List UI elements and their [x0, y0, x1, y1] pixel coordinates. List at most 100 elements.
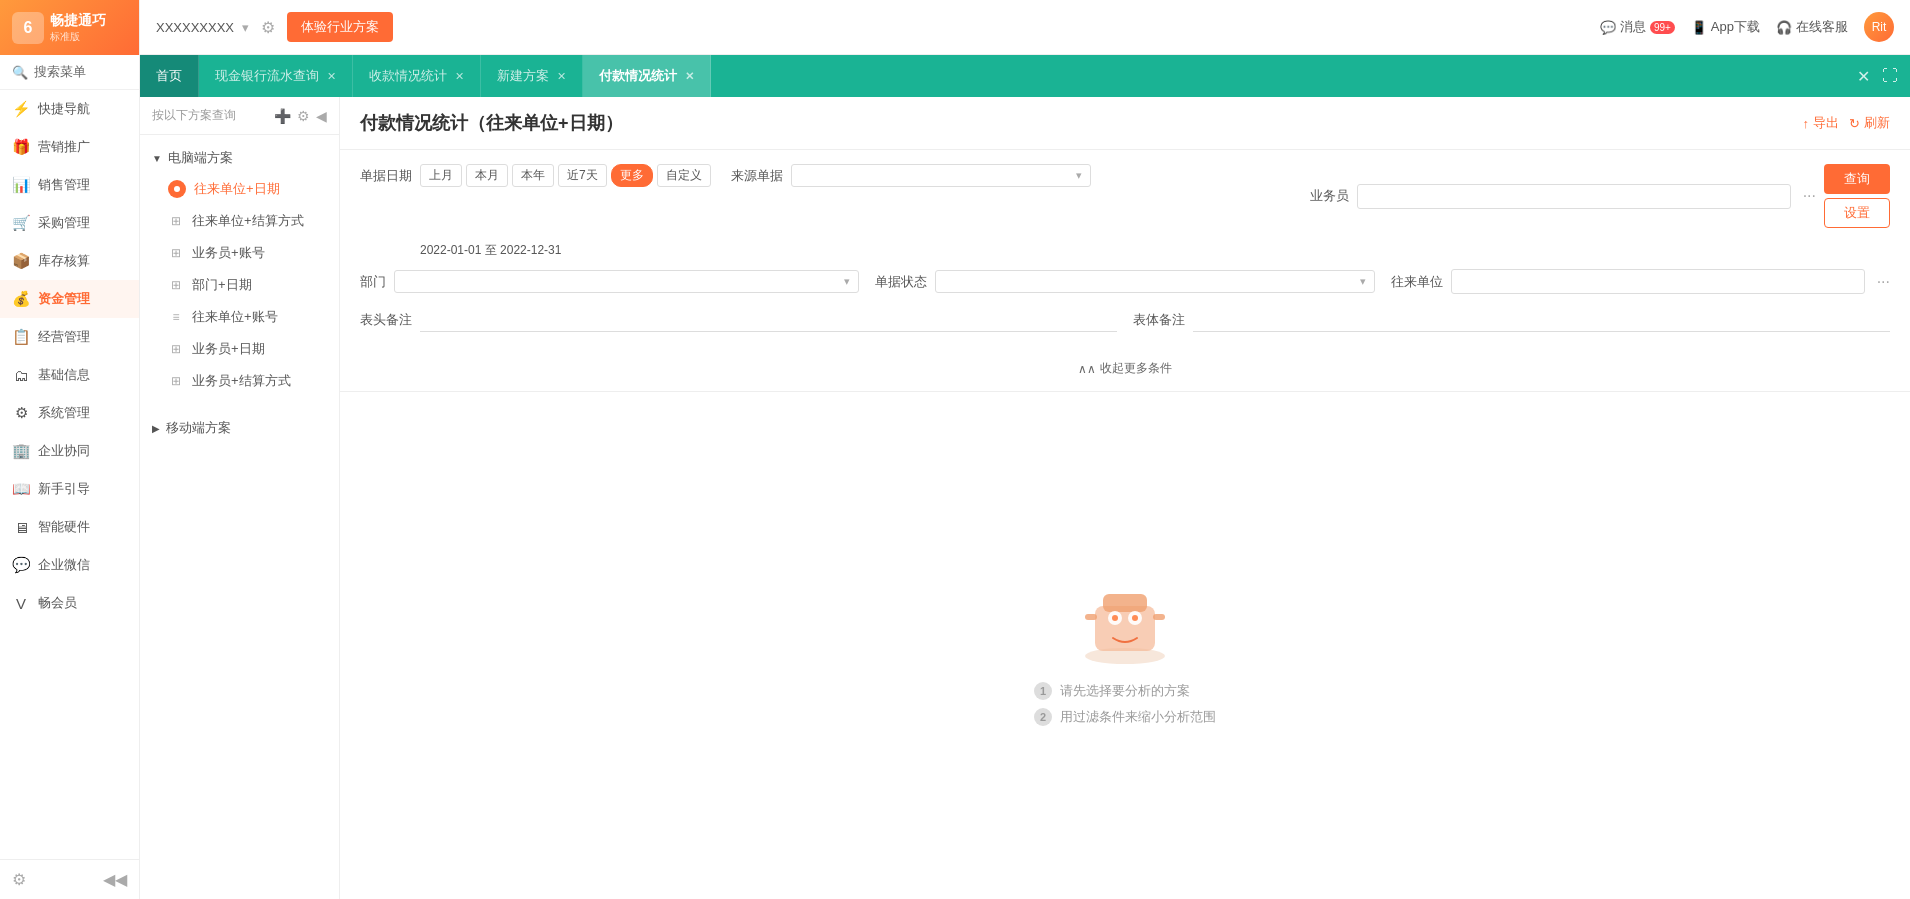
- tab-close-all-icon[interactable]: ✕: [1857, 67, 1870, 86]
- collapse-sidebar-icon[interactable]: ◀◀: [103, 870, 127, 889]
- wechat-icon: 💬: [12, 556, 30, 574]
- manage-scheme-icon[interactable]: ⚙: [297, 108, 310, 124]
- export-label: 导出: [1813, 114, 1839, 132]
- date-btn-7days[interactable]: 近7天: [558, 164, 607, 187]
- user-avatar[interactable]: Rit: [1864, 12, 1894, 42]
- svg-rect-7: [1085, 614, 1097, 620]
- trial-btn[interactable]: 体验行业方案: [287, 12, 393, 42]
- scheme-item-unit-account[interactable]: ≡ 往来单位+账号: [140, 301, 339, 333]
- hardware-icon: 🖥: [12, 518, 30, 536]
- date-range-display: 2022-01-01 至 2022-12-31: [360, 242, 1890, 259]
- dept-select[interactable]: ▾: [394, 270, 859, 293]
- date-btn-last-month[interactable]: 上月: [420, 164, 462, 187]
- mobile-scheme-title[interactable]: ▶ 移动端方案: [140, 413, 339, 443]
- tab-home-label: 首页: [156, 67, 182, 85]
- scheme-item-staff-settle[interactable]: ⊞ 业务员+结算方式: [140, 365, 339, 397]
- date-btn-custom[interactable]: 自定义: [657, 164, 711, 187]
- sidebar-item-purchase[interactable]: 🛒 采购管理: [0, 204, 139, 242]
- topbar-company-info: XXXXXXXXX ▾: [156, 20, 249, 35]
- desktop-scheme-title[interactable]: ▼ 电脑端方案: [140, 143, 339, 173]
- scheme-item-unit-date[interactable]: 往来单位+日期: [140, 173, 339, 205]
- sidebar-item-marketing[interactable]: 🎁 营销推广: [0, 128, 139, 166]
- chevron-down-icon: ▼: [152, 153, 162, 164]
- header-note-label: 表头备注: [360, 311, 412, 329]
- collapse-panel-icon[interactable]: ◀: [316, 108, 327, 124]
- topbar: XXXXXXXXX ▾ ⚙ 体验行业方案 💬 消息 99+ 📱 App下载 🎧 …: [140, 0, 1910, 55]
- sidebar-item-member[interactable]: V 畅会员: [0, 584, 139, 622]
- settings-icon[interactable]: ⚙: [12, 870, 26, 889]
- sidebar-item-operation[interactable]: 📋 经营管理: [0, 318, 139, 356]
- date-btn-this-month[interactable]: 本月: [466, 164, 508, 187]
- collapse-btn[interactable]: ∧∧ 收起更多条件: [1062, 354, 1188, 383]
- operation-icon: 📋: [12, 328, 30, 346]
- app-download-btn[interactable]: 📱 App下载: [1691, 18, 1760, 36]
- company-chevron-icon[interactable]: ▾: [242, 20, 249, 35]
- sidebar-item-guide[interactable]: 📖 新手引导: [0, 470, 139, 508]
- search-icon: 🔍: [12, 65, 28, 80]
- search-menu[interactable]: 🔍 搜索菜单: [0, 55, 139, 90]
- date-range-text: 2022-01-01 至 2022-12-31: [420, 243, 561, 257]
- tab-new-scheme-close-icon[interactable]: ✕: [557, 70, 566, 83]
- scheme-item-unit-settle[interactable]: ⊞ 往来单位+结算方式: [140, 205, 339, 237]
- sidebar-item-inventory[interactable]: 📦 库存核算: [0, 242, 139, 280]
- sidebar-item-wechat[interactable]: 💬 企业微信: [0, 546, 139, 584]
- active-scheme-dot: [168, 180, 186, 198]
- sidebar-item-hardware[interactable]: 🖥 智能硬件: [0, 508, 139, 546]
- unit-input[interactable]: [1451, 269, 1865, 294]
- page-header: 付款情况统计（往来单位+日期） ↑ 导出 ↻ 刷新: [340, 97, 1910, 150]
- left-panel: 按以下方案查询 ➕ ⚙ ◀ ▼ 电脑端方案 往来单位+日期 ⊞: [140, 97, 340, 899]
- header-note-input[interactable]: [420, 308, 1117, 332]
- staff-more-icon[interactable]: ···: [1803, 187, 1816, 205]
- staff-input[interactable]: [1357, 184, 1790, 209]
- left-panel-icons: ➕ ⚙ ◀: [274, 108, 327, 124]
- add-scheme-icon[interactable]: ➕: [274, 108, 291, 124]
- sidebar-item-fund[interactable]: 💰 资金管理: [0, 280, 139, 318]
- sidebar-item-label: 经营管理: [38, 328, 90, 346]
- topbar-gear-icon[interactable]: ⚙: [261, 18, 275, 37]
- body-note-input[interactable]: [1193, 308, 1890, 332]
- doc-status-filter: 单据状态 ▾: [875, 270, 1374, 293]
- tab-new-scheme[interactable]: 新建方案 ✕: [481, 55, 583, 97]
- sidebar-item-quick-nav[interactable]: ⚡ 快捷导航: [0, 90, 139, 128]
- doc-status-select[interactable]: ▾: [935, 270, 1374, 293]
- tab-bank-flow[interactable]: 现金银行流水查询 ✕: [199, 55, 353, 97]
- scheme-item-dept-date[interactable]: ⊞ 部门+日期: [140, 269, 339, 301]
- tab-payment-stats-close-icon[interactable]: ✕: [685, 70, 694, 83]
- scheme-item-staff-date[interactable]: ⊞ 业务员+日期: [140, 333, 339, 365]
- sidebar-item-label: 新手引导: [38, 480, 90, 498]
- tab-home[interactable]: 首页: [140, 55, 199, 97]
- query-btn[interactable]: 查询: [1824, 164, 1890, 194]
- sidebar-item-system[interactable]: ⚙ 系统管理: [0, 394, 139, 432]
- sidebar-item-cooperation[interactable]: 🏢 企业协同: [0, 432, 139, 470]
- tab-receipts-close-icon[interactable]: ✕: [455, 70, 464, 83]
- tab-payment-stats-label: 付款情况统计: [599, 67, 677, 85]
- staff-label: 业务员: [1310, 187, 1349, 205]
- tab-maximize-icon[interactable]: ⛶: [1882, 67, 1898, 85]
- scheme-item-staff-account[interactable]: ⊞ 业务员+账号: [140, 237, 339, 269]
- refresh-btn[interactable]: ↻ 刷新: [1849, 114, 1890, 132]
- filter-row-2: 部门 ▾ 单据状态 ▾ 往来单位: [360, 269, 1890, 294]
- export-btn[interactable]: ↑ 导出: [1803, 114, 1840, 132]
- tab-receipts[interactable]: 收款情况统计 ✕: [353, 55, 481, 97]
- messages-btn[interactable]: 💬 消息 99+: [1600, 18, 1675, 36]
- sidebar-item-basic-info[interactable]: 🗂 基础信息: [0, 356, 139, 394]
- scheme-item-label: 业务员+日期: [192, 340, 265, 358]
- sidebar-footer: ⚙ ◀◀: [0, 859, 139, 899]
- tab-payment-stats[interactable]: 付款情况统计 ✕: [583, 55, 711, 97]
- scheme-item-label: 往来单位+日期: [194, 180, 280, 198]
- right-panel: 付款情况统计（往来单位+日期） ↑ 导出 ↻ 刷新 单: [340, 97, 1910, 899]
- tab-bank-flow-close-icon[interactable]: ✕: [327, 70, 336, 83]
- date-btn-more[interactable]: 更多: [611, 164, 653, 187]
- tip-text-1: 请先选择要分析的方案: [1060, 682, 1190, 700]
- source-select[interactable]: ▾: [791, 164, 1091, 187]
- online-service-btn[interactable]: 🎧 在线客服: [1776, 18, 1848, 36]
- unit-more-icon[interactable]: ···: [1877, 273, 1890, 291]
- dept-chevron-icon: ▾: [844, 275, 850, 288]
- sidebar-item-sales[interactable]: 📊 销售管理: [0, 166, 139, 204]
- tab-receipts-label: 收款情况统计: [369, 67, 447, 85]
- doc-date-label: 单据日期: [360, 167, 412, 185]
- chevron-right-icon: ▶: [152, 423, 160, 434]
- sidebar-item-label: 企业协同: [38, 442, 90, 460]
- date-btn-this-year[interactable]: 本年: [512, 164, 554, 187]
- set-btn[interactable]: 设置: [1824, 198, 1890, 228]
